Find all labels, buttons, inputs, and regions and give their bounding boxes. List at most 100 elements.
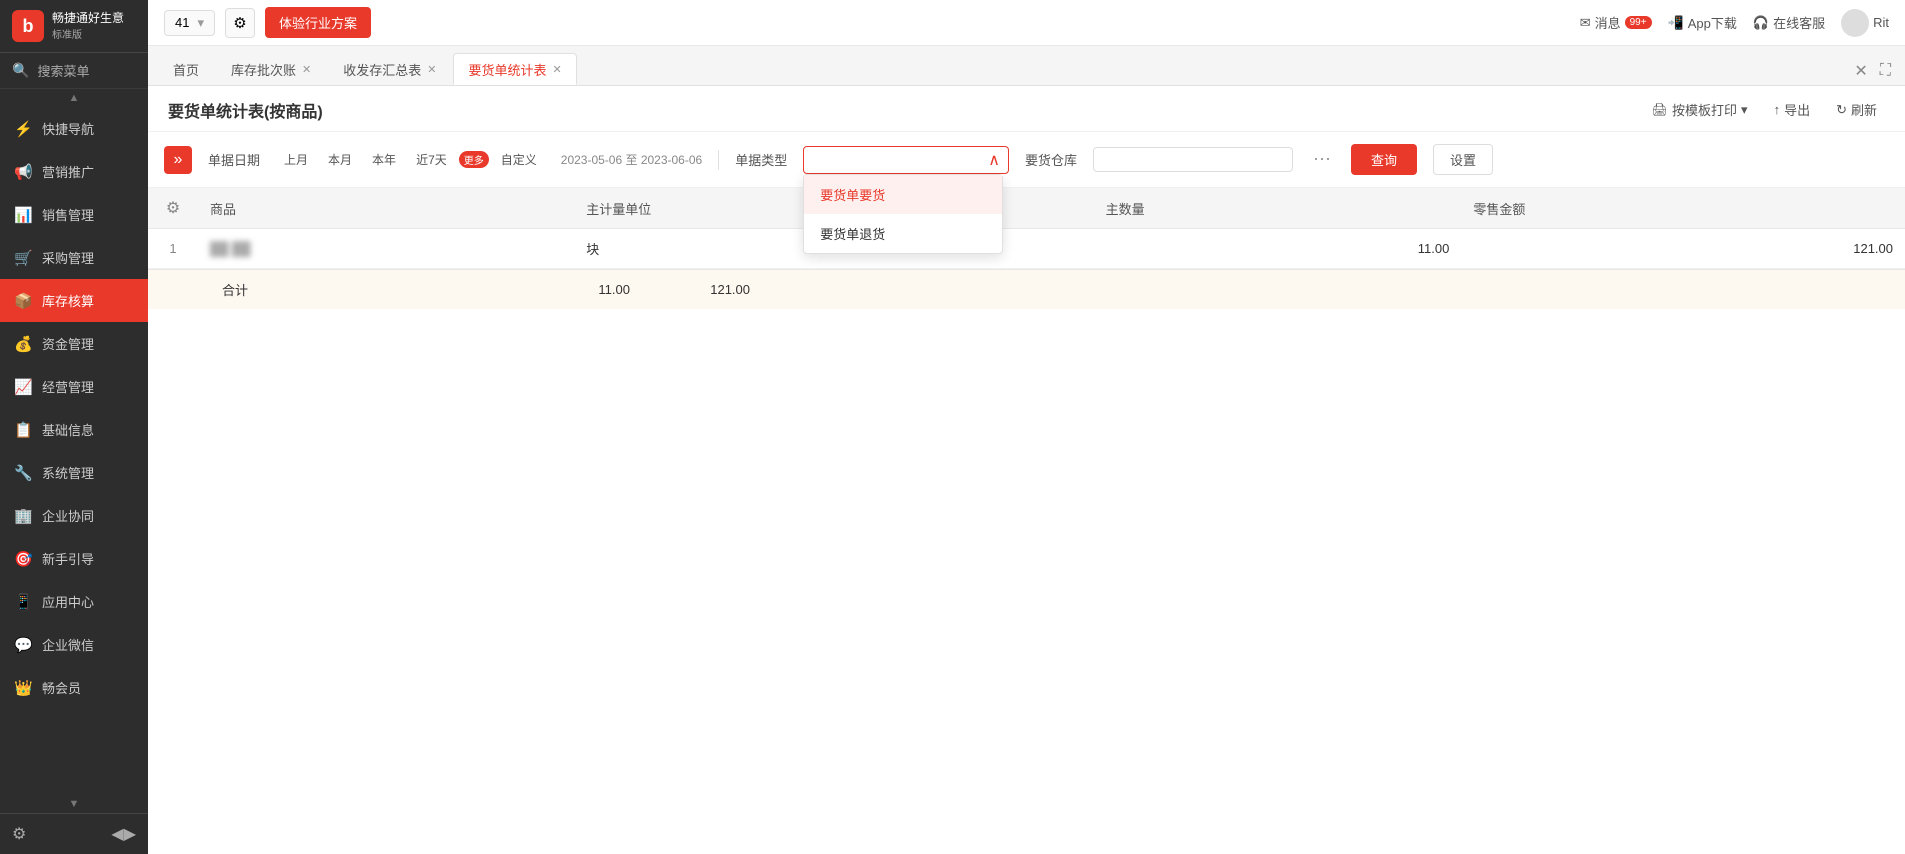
- settings-button[interactable]: 设置: [1433, 144, 1493, 175]
- dropdown-item-order-label: 要货单要货: [820, 188, 885, 203]
- user-avatar: [1841, 9, 1869, 37]
- date-shortcuts: 上月 本月 本年 近7天 更多 自定义: [276, 148, 545, 171]
- quick-nav-icon: ⚡: [14, 120, 32, 138]
- row-qty: 11.00: [1094, 229, 1462, 269]
- sidebar: b 畅捷通好生意 标准版 🔍 搜索菜单 ▲ ⚡ 快捷导航 📢 营销推广 📊 销售…: [0, 0, 148, 854]
- sidebar-item-label: 企业协同: [42, 506, 94, 525]
- sidebar-item-label: 库存核算: [42, 291, 94, 310]
- type-input-clear[interactable]: ∧: [988, 150, 1000, 170]
- app-edition: 标准版: [52, 26, 124, 41]
- sidebar-item-operations[interactable]: 📈 经营管理: [0, 365, 148, 408]
- th-product: 商品: [198, 188, 574, 229]
- dropdown-item-return[interactable]: 要货单退货: [804, 214, 1002, 253]
- sidebar-item-purchase[interactable]: 🛒 采购管理: [0, 236, 148, 279]
- search-icon: 🔍: [12, 62, 29, 79]
- sidebar-item-label: 营销推广: [42, 162, 94, 181]
- message-button[interactable]: ✉ 消息 99+: [1580, 13, 1652, 32]
- this-year-btn[interactable]: 本年: [364, 148, 404, 171]
- tab-receivables-summary-close[interactable]: ✕: [427, 63, 436, 76]
- last-7-days-btn[interactable]: 近7天: [408, 148, 455, 171]
- custom-date-btn[interactable]: 自定义: [493, 148, 545, 171]
- settings-icon[interactable]: ⚙: [12, 824, 26, 844]
- type-input[interactable]: [812, 152, 988, 167]
- message-label: 消息: [1595, 13, 1621, 32]
- header-gear-button[interactable]: ⚙: [225, 8, 255, 38]
- sidebar-item-marketing[interactable]: 📢 营销推广: [0, 150, 148, 193]
- logo-icon: b: [12, 10, 44, 42]
- scroll-up-indicator: ▲: [0, 89, 148, 107]
- tab-order-stats[interactable]: 要货单统计表 ✕: [453, 53, 576, 85]
- collapse-sidebar-icon[interactable]: ◀▶: [111, 824, 136, 844]
- this-month-btn[interactable]: 本月: [320, 148, 360, 171]
- app-name: 畅捷通好生意: [52, 11, 124, 27]
- inventory-icon: 📦: [14, 292, 32, 310]
- restore-tabs-button[interactable]: ⛶: [1876, 58, 1895, 84]
- footer-total-amount: 121.00: [630, 282, 750, 297]
- type-input-wrap[interactable]: ∧: [803, 146, 1009, 174]
- sidebar-item-guide[interactable]: 🎯 新手引导: [0, 537, 148, 580]
- query-button[interactable]: 查询: [1351, 144, 1417, 175]
- sidebar-item-quick-nav[interactable]: ⚡ 快捷导航: [0, 107, 148, 150]
- data-table: ⚙ 商品 主计量单位 主数量 零售金额 1 ██ ██ 块: [148, 188, 1905, 269]
- filter-expand-button[interactable]: »: [164, 146, 192, 174]
- filter-row: » 单据日期 上月 本月 本年 近7天 更多 自定义 2023-05-06 至 …: [164, 144, 1889, 175]
- sidebar-item-inventory[interactable]: 📦 库存核算: [0, 279, 148, 322]
- print-dropdown-arrow: ▾: [1741, 102, 1748, 118]
- row-index: 1: [148, 229, 198, 269]
- type-label: 单据类型: [735, 150, 787, 169]
- refresh-button[interactable]: ↻ 刷新: [1828, 96, 1885, 123]
- sidebar-item-label: 资金管理: [42, 334, 94, 353]
- close-all-tabs-button[interactable]: ✕: [1850, 57, 1871, 85]
- sidebar-item-label: 快捷导航: [42, 119, 94, 138]
- sidebar-item-label: 应用中心: [42, 592, 94, 611]
- store-selector[interactable]: 41 ▾: [164, 10, 215, 36]
- trial-button[interactable]: 体验行业方案: [265, 7, 371, 38]
- top-header: 41 ▾ ⚙ 体验行业方案 ✉ 消息 99+ 📲 App下载 🎧 在线客服: [148, 0, 1905, 46]
- dropdown-item-order[interactable]: 要货单要货: [804, 175, 1002, 214]
- print-button[interactable]: 🖨 按模板打印 ▾: [1644, 96, 1756, 123]
- sidebar-item-enterprise[interactable]: 🏢 企业协同: [0, 494, 148, 537]
- tab-home[interactable]: 首页: [158, 53, 214, 85]
- finance-icon: 💰: [14, 335, 32, 353]
- app-download-button[interactable]: 📲 App下载: [1668, 13, 1737, 32]
- sidebar-item-member[interactable]: 👑 畅会员: [0, 666, 148, 709]
- message-icon: ✉: [1580, 15, 1591, 31]
- more-dates-badge[interactable]: 更多: [459, 151, 489, 168]
- download-icon: 📲: [1668, 15, 1684, 31]
- filter-more-icon[interactable]: ⋯: [1309, 149, 1335, 170]
- basic-info-icon: 📋: [14, 421, 32, 439]
- sidebar-item-system[interactable]: 🔧 系统管理: [0, 451, 148, 494]
- row-product: ██ ██: [198, 229, 574, 269]
- sidebar-item-finance[interactable]: 💰 资金管理: [0, 322, 148, 365]
- sidebar-item-label: 采购管理: [42, 248, 94, 267]
- scroll-down-indicator: ▼: [0, 795, 148, 813]
- header-right: ✉ 消息 99+ 📲 App下载 🎧 在线客服 Rit: [1580, 9, 1889, 37]
- th-amount: 零售金额: [1461, 188, 1905, 229]
- tab-inventory-batch-close[interactable]: ✕: [302, 63, 311, 76]
- sidebar-item-sales[interactable]: 📊 销售管理: [0, 193, 148, 236]
- sidebar-item-wechat[interactable]: 💬 企业微信: [0, 623, 148, 666]
- sidebar-item-label: 系统管理: [42, 463, 94, 482]
- tab-receivables-summary[interactable]: 收发存汇总表 ✕: [328, 53, 451, 85]
- wechat-icon: 💬: [14, 636, 32, 654]
- sidebar-item-label: 企业微信: [42, 635, 94, 654]
- last-month-btn[interactable]: 上月: [276, 148, 316, 171]
- search-menu[interactable]: 🔍 搜索菜单: [0, 53, 148, 89]
- th-settings[interactable]: ⚙: [148, 188, 198, 229]
- sidebar-item-app-center[interactable]: 📱 应用中心: [0, 580, 148, 623]
- date-label: 单据日期: [208, 150, 260, 169]
- th-qty: 主数量: [1094, 188, 1462, 229]
- sidebar-item-label: 销售管理: [42, 205, 94, 224]
- table-header-row: ⚙ 商品 主计量单位 主数量 零售金额: [148, 188, 1905, 229]
- warehouse-input[interactable]: [1093, 147, 1293, 172]
- user-profile[interactable]: Rit: [1841, 9, 1889, 37]
- tabs-end-controls: ✕ ⛶: [1850, 57, 1895, 85]
- tab-inventory-batch[interactable]: 库存批次账 ✕: [216, 53, 326, 85]
- date-range-display[interactable]: 2023-05-06 至 2023-06-06: [561, 151, 702, 168]
- tab-order-stats-close[interactable]: ✕: [553, 63, 562, 76]
- export-button[interactable]: ↑ 导出: [1766, 96, 1819, 123]
- system-icon: 🔧: [14, 464, 32, 482]
- sidebar-item-basic-info[interactable]: 📋 基础信息: [0, 408, 148, 451]
- online-service-button[interactable]: 🎧 在线客服: [1753, 13, 1825, 32]
- column-settings-icon[interactable]: ⚙: [166, 200, 180, 217]
